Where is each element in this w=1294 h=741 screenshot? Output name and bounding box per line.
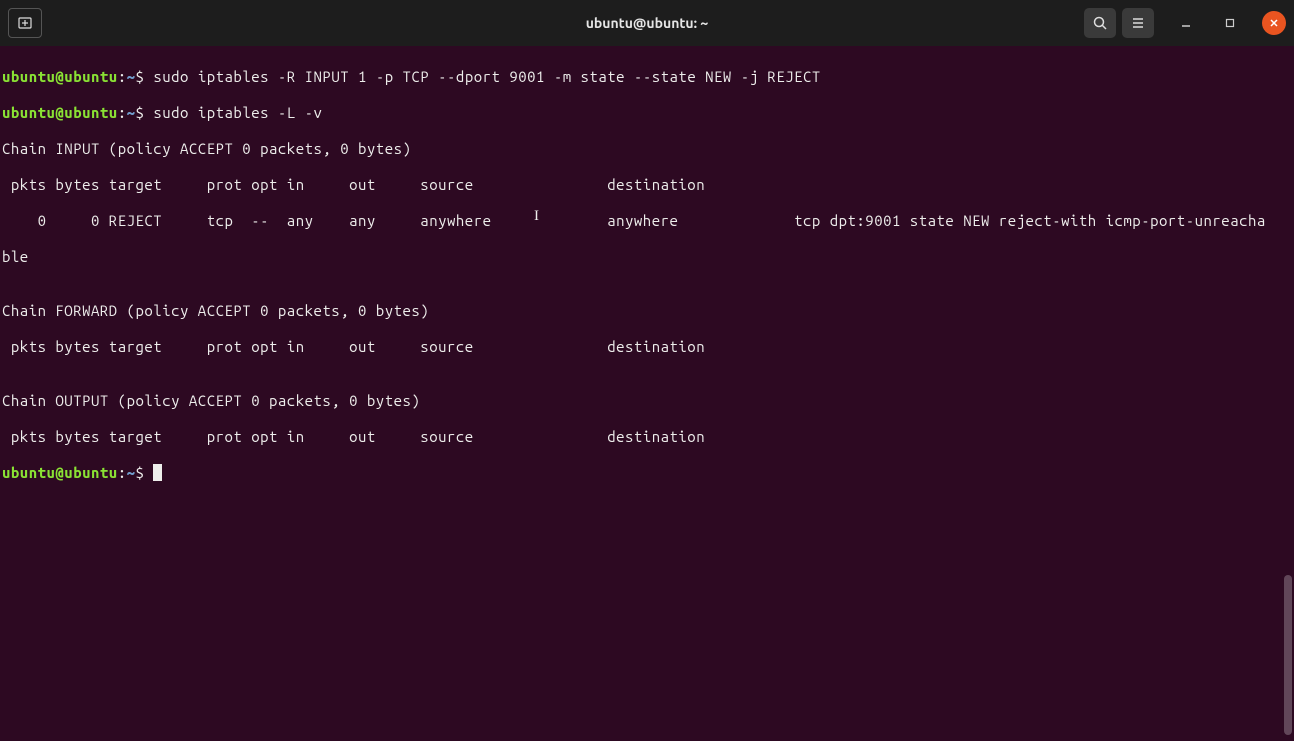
close-button[interactable] bbox=[1262, 11, 1286, 35]
close-icon bbox=[1269, 18, 1279, 28]
command-text: sudo iptables -L -v bbox=[153, 104, 322, 121]
prompt-user-host: ubuntu@ubuntu bbox=[2, 104, 118, 121]
prompt-path: ~ bbox=[127, 68, 136, 85]
prompt-colon: : bbox=[118, 104, 127, 121]
command-text: sudo iptables -R INPUT 1 -p TCP --dport … bbox=[153, 68, 821, 85]
output-line: ble bbox=[2, 248, 1292, 266]
window-title: ubuntu@ubuntu: ~ bbox=[586, 14, 709, 32]
hamburger-icon bbox=[1130, 15, 1146, 31]
output-line: Chain FORWARD (policy ACCEPT 0 packets, … bbox=[2, 302, 1292, 320]
output-line: Chain OUTPUT (policy ACCEPT 0 packets, 0… bbox=[2, 392, 1292, 410]
prompt-user-host: ubuntu@ubuntu bbox=[2, 464, 118, 481]
minimize-icon bbox=[1180, 17, 1192, 29]
maximize-icon bbox=[1224, 17, 1236, 29]
window-titlebar: ubuntu@ubuntu: ~ bbox=[0, 0, 1294, 46]
terminal-line: ubuntu@ubuntu:~$ sudo iptables -L -v bbox=[2, 104, 1292, 122]
block-cursor bbox=[153, 464, 162, 481]
menu-button[interactable] bbox=[1122, 8, 1154, 38]
prompt-path: ~ bbox=[127, 104, 136, 121]
search-icon bbox=[1092, 15, 1108, 31]
scrollbar-thumb[interactable] bbox=[1284, 575, 1292, 735]
output-line: pkts bytes target prot opt in out source… bbox=[2, 338, 1292, 356]
maximize-button[interactable] bbox=[1218, 11, 1242, 35]
output-line: 0 0 REJECT tcp -- any any anywhere anywh… bbox=[2, 212, 1292, 230]
new-tab-button[interactable] bbox=[8, 8, 42, 38]
terminal-line: ubuntu@ubuntu:~$ bbox=[2, 464, 1292, 482]
output-line: pkts bytes target prot opt in out source… bbox=[2, 176, 1292, 194]
new-tab-icon bbox=[17, 15, 33, 31]
prompt-path: ~ bbox=[127, 464, 136, 481]
terminal-output-area[interactable]: ubuntu@ubuntu:~$ sudo iptables -R INPUT … bbox=[0, 46, 1294, 504]
output-line: Chain INPUT (policy ACCEPT 0 packets, 0 … bbox=[2, 140, 1292, 158]
search-button[interactable] bbox=[1084, 8, 1116, 38]
terminal-line: ubuntu@ubuntu:~$ sudo iptables -R INPUT … bbox=[2, 68, 1292, 86]
prompt-user-host: ubuntu@ubuntu bbox=[2, 68, 118, 85]
prompt-colon: : bbox=[118, 68, 127, 85]
output-line: pkts bytes target prot opt in out source… bbox=[2, 428, 1292, 446]
titlebar-controls bbox=[1084, 8, 1286, 38]
minimize-button[interactable] bbox=[1174, 11, 1198, 35]
prompt-colon: : bbox=[118, 464, 127, 481]
